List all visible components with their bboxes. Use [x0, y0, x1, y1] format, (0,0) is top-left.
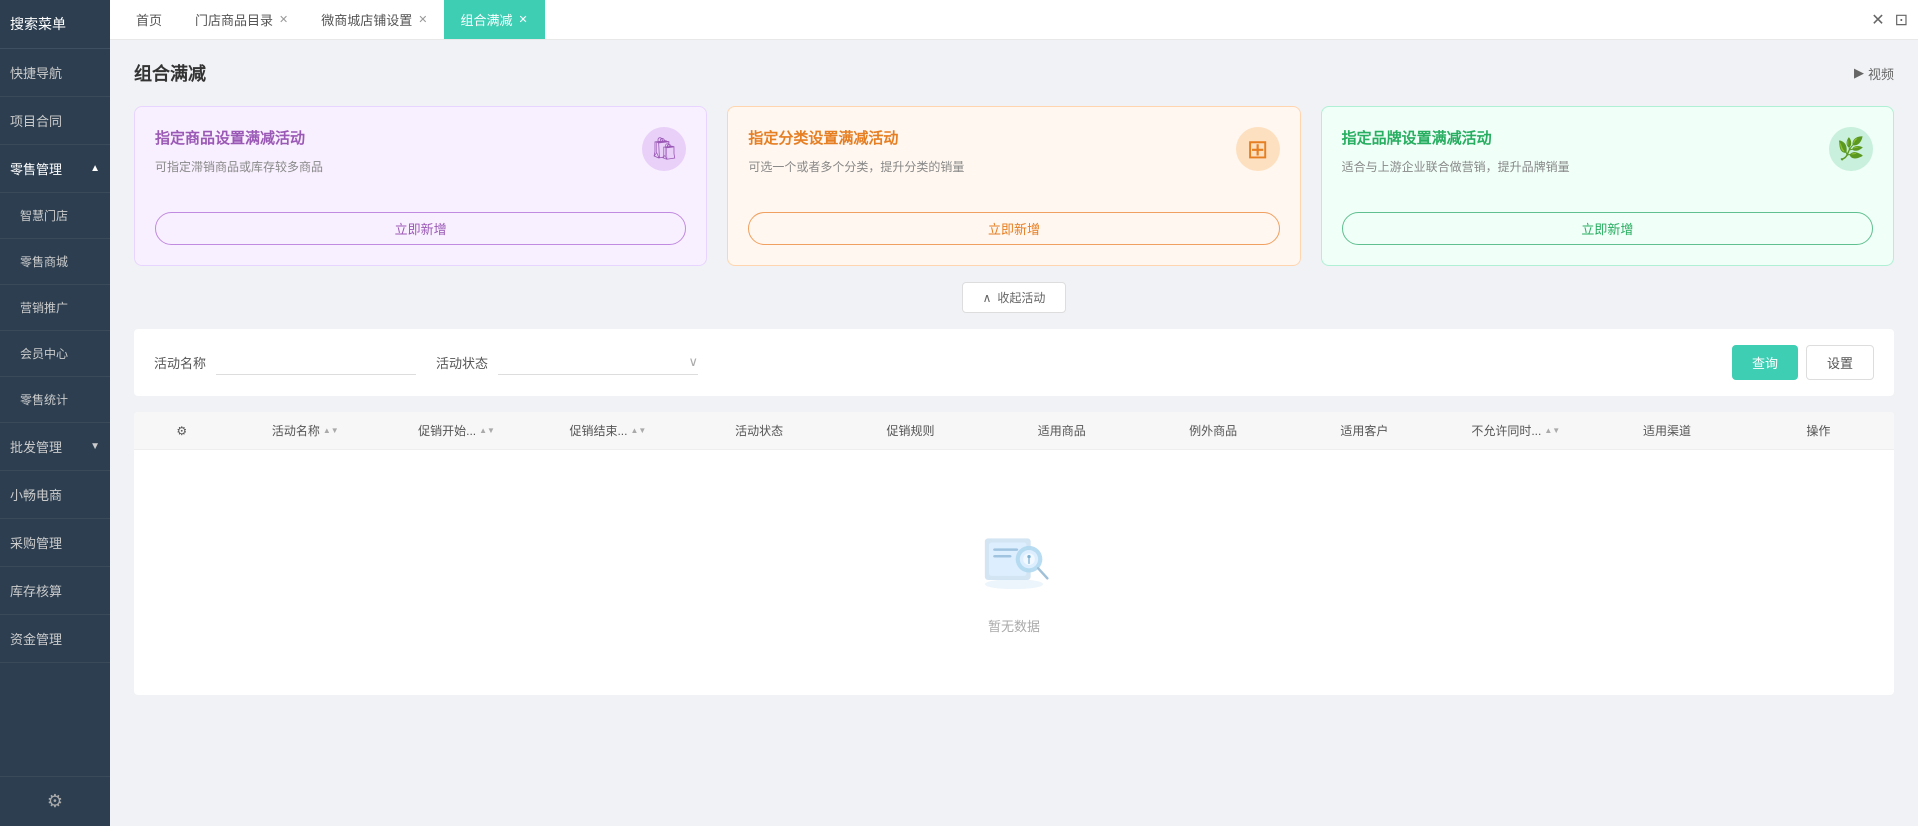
sidebar-item-smart-store[interactable]: 智慧门店 — [0, 193, 110, 239]
search-bar: 活动名称 活动状态 ∨ 查询 设置 — [134, 329, 1894, 396]
setting-button[interactable]: 设置 — [1806, 345, 1874, 380]
product-card-title: 指定商品设置满减活动 — [155, 127, 686, 148]
tab-store-catalog[interactable]: 门店商品目录 ✕ — [179, 0, 305, 39]
brand-card-icon: 🌿 — [1829, 127, 1873, 171]
th-applicable-goods: 适用商品 — [986, 422, 1137, 439]
settings-icon: ⚙ — [176, 424, 187, 438]
category-card-desc: 可选一个或者多个分类，提升分类的销量 — [748, 158, 1279, 198]
chevron-up-icon: ∧ — [983, 291, 992, 305]
brand-promo-card: 🌿 指定品牌设置满减活动 适合与上游企业联合做营销，提升品牌销量 立即新增 — [1321, 106, 1894, 266]
th-applicable-customer: 适用客户 — [1289, 422, 1440, 439]
category-promo-card: ⊞ 指定分类设置满减活动 可选一个或者多个分类，提升分类的销量 立即新增 — [727, 106, 1300, 266]
page-header: 组合满减 ▶ 视频 — [134, 60, 1894, 86]
product-card-icon: 🛍 — [642, 127, 686, 171]
empty-text: 暂无数据 — [988, 616, 1040, 635]
sidebar-search[interactable]: 搜索菜单 — [0, 0, 110, 49]
sidebar-footer: ⚙ — [0, 776, 110, 826]
tab-combo-discount[interactable]: 组合满减 ✕ — [444, 0, 544, 39]
search-buttons: 查询 设置 — [1732, 345, 1874, 380]
category-card-icon: ⊞ — [1236, 127, 1280, 171]
sidebar-item-retail-mall[interactable]: 零售商城 — [0, 239, 110, 285]
settings-icon[interactable]: ⚙ — [47, 791, 63, 812]
sidebar-item-purchase-mgmt[interactable]: 采购管理 — [0, 519, 110, 567]
th-activity-status: 活动状态 — [684, 422, 835, 439]
tab-close-combo-discount[interactable]: ✕ — [519, 13, 528, 26]
sidebar-item-retail-mgmt[interactable]: 零售管理 ▲ — [0, 145, 110, 193]
sort-icon: ▲▼ — [1544, 426, 1560, 435]
category-card-title: 指定分类设置满减活动 — [748, 127, 1279, 148]
th-not-allow-same-time[interactable]: 不允许同时... ▲▼ — [1440, 422, 1591, 439]
sidebar-item-retail-stats[interactable]: 零售统计 — [0, 377, 110, 423]
tab-close-wechat-shop[interactable]: ✕ — [418, 13, 427, 26]
collapse-activity-button[interactable]: ∧ 收起活动 — [962, 282, 1067, 313]
page-title: 组合满减 — [134, 60, 206, 86]
th-promo-rule: 促销规则 — [835, 422, 986, 439]
close-window-button[interactable]: ✕ — [1871, 10, 1884, 30]
play-icon: ▶ — [1854, 65, 1864, 81]
sidebar-item-marketing[interactable]: 营销推广 — [0, 285, 110, 331]
sidebar-item-finance-mgmt[interactable]: 资金管理 — [0, 615, 110, 663]
sidebar-item-wholesale-mgmt[interactable]: 批发管理 ▼ — [0, 423, 110, 471]
sort-icon: ▲▼ — [323, 426, 339, 435]
brand-card-add-button[interactable]: 立即新增 — [1342, 212, 1873, 245]
chevron-down-icon: ∨ — [689, 354, 699, 370]
product-card-add-button[interactable]: 立即新增 — [155, 212, 686, 245]
tab-close-store-catalog[interactable]: ✕ — [279, 13, 288, 26]
brand-card-title: 指定品牌设置满减活动 — [1342, 127, 1873, 148]
chevron-up-icon: ▲ — [90, 163, 100, 174]
category-card-add-button[interactable]: 立即新增 — [748, 212, 1279, 245]
sort-icon: ▲▼ — [479, 426, 495, 435]
th-applicable-channel: 适用渠道 — [1591, 422, 1742, 439]
activity-status-field: 活动状态 ∨ — [436, 350, 698, 375]
sidebar-item-quick-nav[interactable]: 快捷导航 — [0, 49, 110, 97]
product-promo-card: 🛍 指定商品设置满减活动 可指定滞销商品或库存较多商品 立即新增 — [134, 106, 707, 266]
collapse-bar: ∧ 收起活动 — [134, 282, 1894, 313]
query-button[interactable]: 查询 — [1732, 345, 1798, 380]
tab-bar: 首页 门店商品目录 ✕ 微商城店铺设置 ✕ 组合满减 ✕ ✕ ⊡ — [110, 0, 1918, 40]
chevron-down-icon: ▼ — [90, 441, 100, 452]
activity-name-label: 活动名称 — [154, 353, 206, 372]
activity-status-select[interactable]: ∨ — [498, 350, 698, 375]
sidebar-item-xiaochang-ecom[interactable]: 小畅电商 — [0, 471, 110, 519]
promo-cards-row: 🛍 指定商品设置满减活动 可指定滞销商品或库存较多商品 立即新增 ⊞ 指定分类设… — [134, 106, 1894, 266]
activity-name-input[interactable] — [216, 351, 416, 375]
tab-wechat-shop[interactable]: 微商城店铺设置 ✕ — [305, 0, 444, 39]
th-settings[interactable]: ⚙ — [134, 422, 230, 439]
th-promo-start[interactable]: 促销开始... ▲▼ — [381, 422, 532, 439]
empty-state: 暂无数据 — [134, 450, 1894, 695]
sidebar-item-inventory[interactable]: 库存核算 — [0, 567, 110, 615]
maximize-window-button[interactable]: ⊡ — [1895, 10, 1908, 30]
video-link[interactable]: ▶ 视频 — [1854, 64, 1894, 83]
data-table: ⚙ 活动名称 ▲▼ 促销开始... ▲▼ 促销结束... ▲▼ 活动状态 — [134, 412, 1894, 695]
empty-illustration — [964, 510, 1064, 600]
sidebar-item-project-contract[interactable]: 项目合同 — [0, 97, 110, 145]
sidebar-item-member-center[interactable]: 会员中心 — [0, 331, 110, 377]
brand-card-desc: 适合与上游企业联合做营销，提升品牌销量 — [1342, 158, 1873, 198]
sidebar: 搜索菜单 快捷导航 项目合同 零售管理 ▲ 智慧门店 零售商城 营销推广 会员中… — [0, 0, 110, 826]
product-card-desc: 可指定滞销商品或库存较多商品 — [155, 158, 686, 198]
th-promo-end[interactable]: 促销结束... ▲▼ — [532, 422, 683, 439]
activity-name-field: 活动名称 — [154, 351, 416, 375]
table-header: ⚙ 活动名称 ▲▼ 促销开始... ▲▼ 促销结束... ▲▼ 活动状态 — [134, 412, 1894, 450]
tab-actions: ✕ ⊡ — [1871, 10, 1908, 30]
activity-status-label: 活动状态 — [436, 353, 488, 372]
page-content: 组合满减 ▶ 视频 🛍 指定商品设置满减活动 可指定滞销商品或库存较多商品 立即… — [110, 40, 1918, 826]
main-area: 首页 门店商品目录 ✕ 微商城店铺设置 ✕ 组合满减 ✕ ✕ ⊡ 组合满减 ▶ … — [110, 0, 1918, 826]
th-exception-goods: 例外商品 — [1137, 422, 1288, 439]
tab-home[interactable]: 首页 — [120, 0, 179, 39]
sort-icon: ▲▼ — [630, 426, 646, 435]
th-activity-name[interactable]: 活动名称 ▲▼ — [230, 422, 381, 439]
th-operation: 操作 — [1743, 422, 1894, 439]
